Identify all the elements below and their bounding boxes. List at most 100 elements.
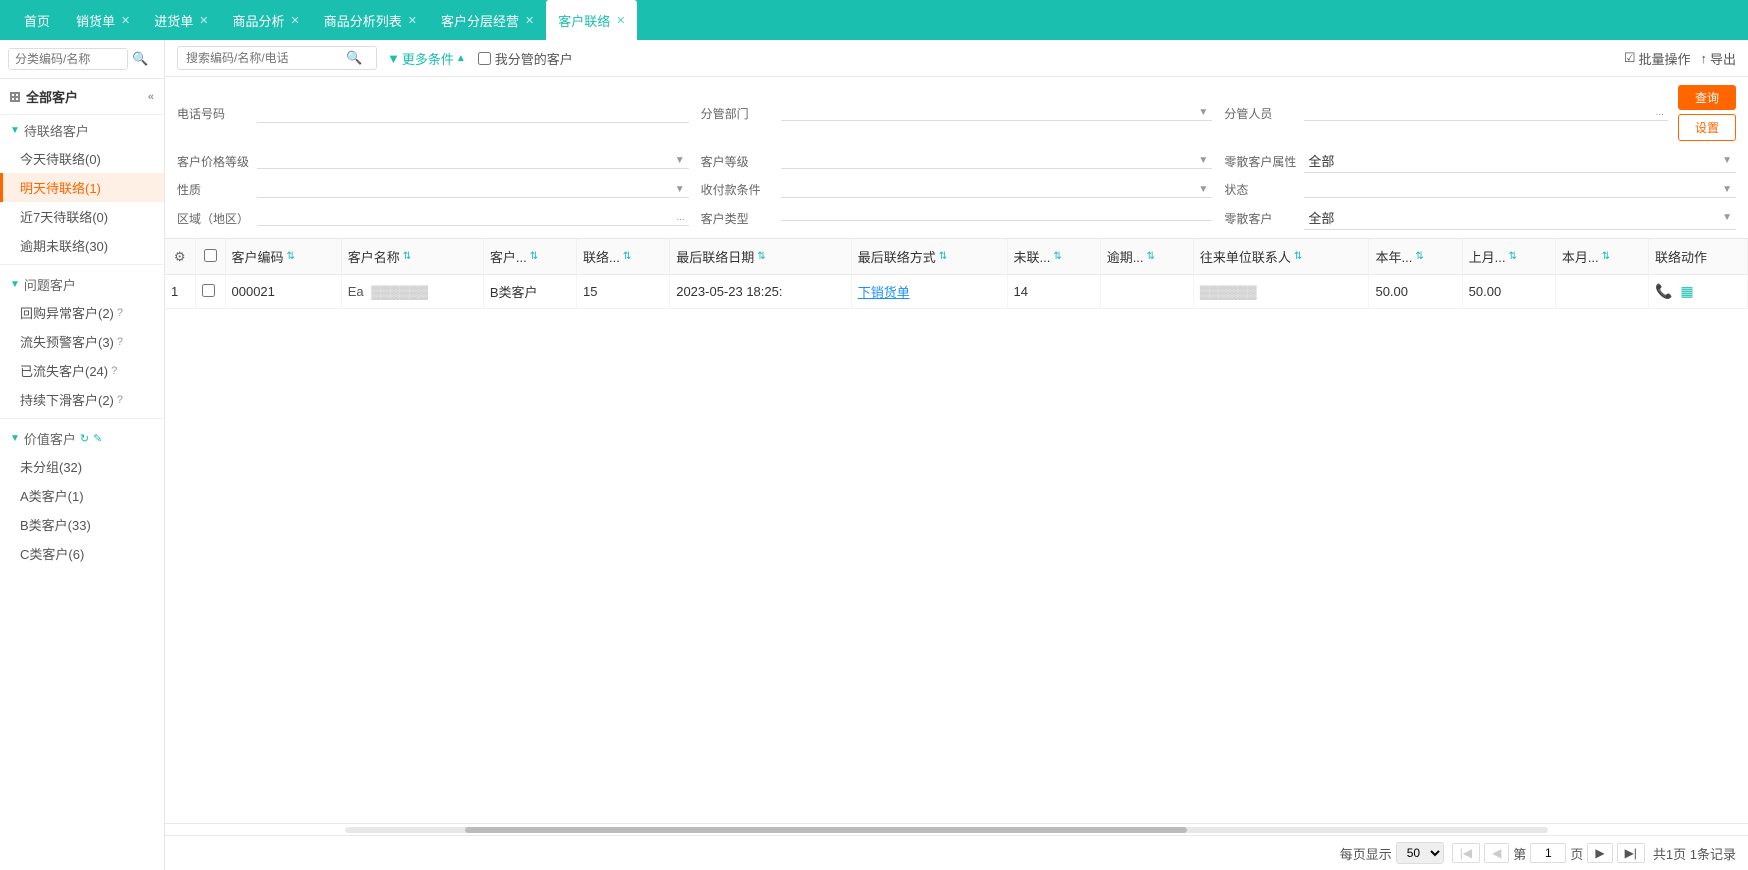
last-method-link[interactable]: 下销货单 xyxy=(858,285,910,300)
th-last-date[interactable]: 最后联络日期 ⇅ xyxy=(670,239,851,275)
th-contact[interactable]: 联络... ⇅ xyxy=(577,239,670,275)
nav-tab-sales[interactable]: 销货单 ✕ xyxy=(64,0,142,40)
search-icon[interactable]: 🔍 xyxy=(346,50,362,66)
sidebar-item-c-class[interactable]: C类客户(6) xyxy=(0,539,164,568)
horizontal-scrollbar[interactable] xyxy=(165,823,1748,835)
batch-op-button[interactable]: ☑ 批量操作 xyxy=(1624,49,1691,68)
edit-icon[interactable]: ✎ xyxy=(93,432,102,445)
grid-action-icon[interactable]: ▦ xyxy=(1680,283,1693,300)
retail-customer-select[interactable]: 全部 ▼ xyxy=(1304,206,1736,230)
close-icon[interactable]: ✕ xyxy=(121,14,130,27)
sidebar-item-ungrouped[interactable]: 未分组(32) xyxy=(0,452,164,481)
prev-page-button[interactable]: ◀ xyxy=(1484,843,1509,863)
sidebar-item-7days-pending[interactable]: 近7天待联络(0) xyxy=(0,202,164,231)
td-last-method[interactable]: 下销货单 xyxy=(851,275,1007,309)
filter-icon: ▼ xyxy=(387,51,400,66)
retail-attr-select[interactable]: 全部 ▼ xyxy=(1304,149,1736,173)
query-button[interactable]: 查询 xyxy=(1678,85,1736,110)
sidebar-item-overdue[interactable]: 逾期未联络(30) xyxy=(0,231,164,260)
refresh-icon[interactable]: ↻ xyxy=(80,432,89,445)
page-input[interactable] xyxy=(1530,843,1566,863)
nav-tab-customer-contact[interactable]: 客户联络 ✕ xyxy=(546,0,637,40)
row-checkbox[interactable] xyxy=(202,284,215,297)
next-page-button[interactable]: ▶ xyxy=(1587,843,1612,863)
value-grade-label: 客户价格等级 xyxy=(177,153,257,170)
export-button[interactable]: ↑ 导出 xyxy=(1700,49,1736,68)
td-last-month: 50.00 xyxy=(1462,275,1555,309)
my-customers-checkbox[interactable]: 我分管的客户 xyxy=(478,49,573,68)
nav-home[interactable]: 首页 xyxy=(10,11,64,30)
collapse-icon[interactable]: « xyxy=(148,91,154,103)
th-this-month[interactable]: 本月... ⇅ xyxy=(1555,239,1648,275)
close-icon[interactable]: ✕ xyxy=(525,14,534,27)
sort-icon: ⇅ xyxy=(939,251,947,262)
payment-select[interactable]: ▼ xyxy=(781,182,1213,198)
arrow-icon: ▼ xyxy=(10,433,20,444)
select-all-checkbox[interactable] xyxy=(204,249,217,262)
customer-grade-select[interactable]: ▼ xyxy=(781,153,1213,169)
th-last-month[interactable]: 上月... ⇅ xyxy=(1462,239,1555,275)
sidebar-search-input[interactable] xyxy=(8,48,128,70)
footer-total: 共1页 1条记录 xyxy=(1653,844,1736,863)
phone-action-icon[interactable]: 📞 xyxy=(1655,283,1672,300)
th-overdue[interactable]: 逾期... ⇅ xyxy=(1100,239,1193,275)
th-name[interactable]: 客户名称 ⇅ xyxy=(341,239,483,275)
search-input[interactable] xyxy=(186,51,346,65)
th-gear[interactable]: ⚙ xyxy=(165,239,195,275)
close-icon[interactable]: ✕ xyxy=(199,14,208,27)
sidebar-item-a-class[interactable]: A类客户(1) xyxy=(0,481,164,510)
dots-icon[interactable]: ... xyxy=(1656,107,1664,118)
sidebar-item-today-pending[interactable]: 今天待联络(0) xyxy=(0,144,164,173)
status-select[interactable]: ▼ xyxy=(1304,182,1736,198)
sort-icon: ⇅ xyxy=(1602,251,1610,262)
sidebar-item-churn-warning[interactable]: 流失预警客户(3) ? xyxy=(0,327,164,356)
more-filter-button[interactable]: ▼ 更多条件 ▲ xyxy=(387,49,466,68)
first-page-button[interactable]: |◀ xyxy=(1452,843,1480,863)
top-nav: 首页 销货单 ✕ 进货单 ✕ 商品分析 ✕ 商品分析列表 ✕ 客户分层经营 ✕ … xyxy=(0,0,1748,40)
nav-tab-product-analysis[interactable]: 商品分析 ✕ xyxy=(220,0,311,40)
nav-tab-product-list[interactable]: 商品分析列表 ✕ xyxy=(312,0,429,40)
footer: 每页显示 50 |◀ ◀ 第 页 ▶ ▶| 共1页 1条记录 xyxy=(165,835,1748,870)
scroll-track[interactable] xyxy=(345,827,1548,833)
close-icon[interactable]: ✕ xyxy=(291,14,300,27)
region-select[interactable]: ... xyxy=(257,210,689,226)
th-last-method[interactable]: 最后联络方式 ⇅ xyxy=(851,239,1007,275)
sidebar-all-customers[interactable]: 全部客户 « xyxy=(0,79,164,115)
th-check[interactable] xyxy=(195,239,225,275)
th-type[interactable]: 客户... ⇅ xyxy=(483,239,576,275)
nav-tab-purchase[interactable]: 进货单 ✕ xyxy=(142,0,220,40)
retail-customer-label: 零散客户 xyxy=(1224,210,1304,227)
td-check[interactable] xyxy=(195,275,225,309)
phone-input[interactable] xyxy=(257,104,689,123)
per-page-select[interactable]: 50 xyxy=(1396,842,1444,864)
sidebar-item-b-class[interactable]: B类客户(33) xyxy=(0,510,164,539)
sidebar-item-churned[interactable]: 已流失客户(24) ? xyxy=(0,356,164,385)
nature-select[interactable]: ▼ xyxy=(257,182,689,198)
th-code[interactable]: 客户编码 ⇅ xyxy=(225,239,341,275)
gear-icon[interactable]: ⚙ xyxy=(174,249,186,264)
th-unit-contact[interactable]: 往来单位联系人 ⇅ xyxy=(1193,239,1369,275)
sidebar-item-declining[interactable]: 持续下滑客户(2) ? xyxy=(0,385,164,414)
value-grade-select[interactable]: ▼ xyxy=(257,153,689,169)
my-customers-check-input[interactable] xyxy=(478,52,491,65)
scroll-thumb[interactable] xyxy=(465,827,1187,833)
sort-icon: ⇅ xyxy=(1508,251,1516,262)
last-page-button[interactable]: ▶| xyxy=(1617,843,1645,863)
dept-select[interactable]: ▼ xyxy=(781,105,1213,121)
th-uncontacted[interactable]: 未联... ⇅ xyxy=(1007,239,1100,275)
td-name[interactable]: Ea ▓▓▓▓▓▓ xyxy=(341,275,483,309)
per-page-area: 每页显示 50 xyxy=(1340,842,1444,864)
sidebar-item-tomorrow-pending[interactable]: 明天待联络(1) xyxy=(0,173,164,202)
sidebar-item-abnormal-repurchase[interactable]: 回购异常客户(2) ? xyxy=(0,298,164,327)
close-icon[interactable]: ✕ xyxy=(616,14,625,27)
page-label: 第 xyxy=(1513,844,1526,863)
search-icon[interactable]: 🔍 xyxy=(132,51,148,67)
nav-tab-customer-segment[interactable]: 客户分层经营 ✕ xyxy=(429,0,546,40)
set-button[interactable]: 设置 xyxy=(1678,114,1736,141)
manager-select[interactable]: ... xyxy=(1304,105,1668,121)
close-icon[interactable]: ✕ xyxy=(408,14,417,27)
table-area: ⚙ 客户编码 ⇅ 客户名称 xyxy=(165,239,1748,823)
th-this-year[interactable]: 本年... ⇅ xyxy=(1369,239,1462,275)
customer-type-select[interactable] xyxy=(781,216,1213,221)
dots-icon[interactable]: ... xyxy=(676,212,684,223)
